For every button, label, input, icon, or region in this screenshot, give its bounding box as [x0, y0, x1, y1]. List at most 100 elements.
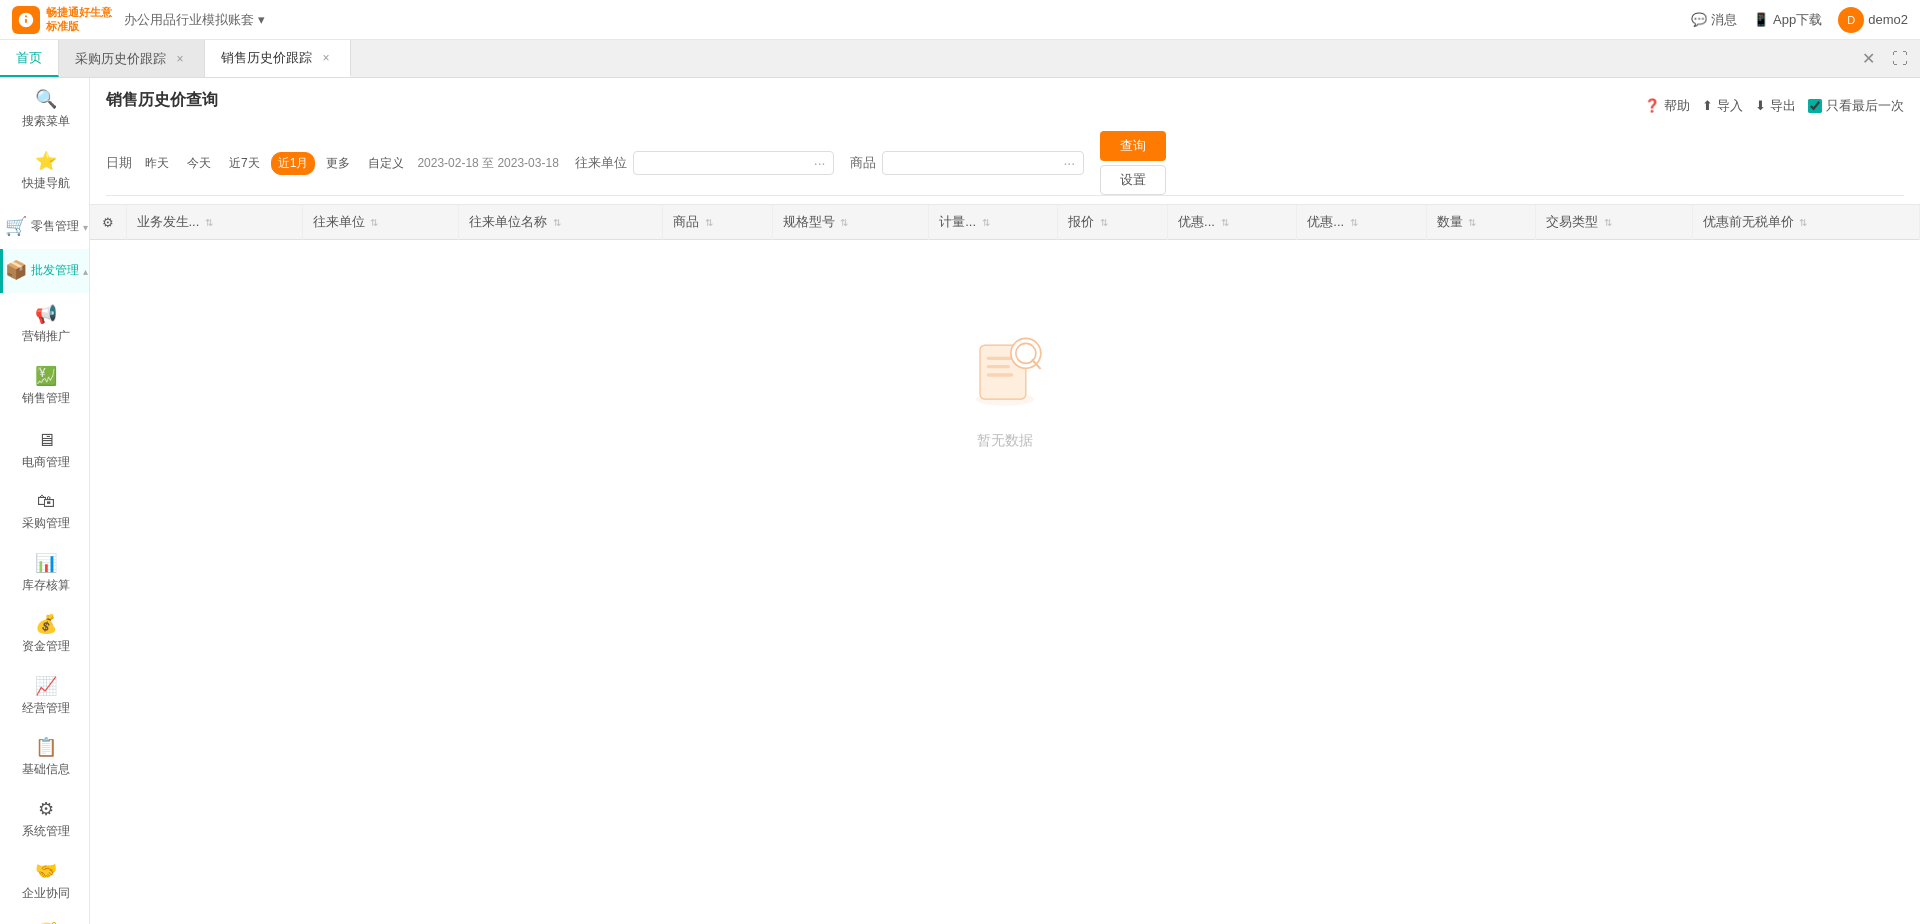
col-trade-type[interactable]: 交易类型 ⇅ [1536, 205, 1693, 240]
col-counterpart-code[interactable]: 往来单位 ⇅ [302, 205, 459, 240]
sidebar-item-basic[interactable]: 📋 基础信息 [0, 726, 89, 788]
sidebar-item-system[interactable]: ⚙ 系统管理 [0, 788, 89, 850]
user-area[interactable]: D demo2 [1838, 7, 1908, 33]
goods-input-wrapper: ··· [882, 151, 1084, 175]
username: demo2 [1868, 12, 1908, 27]
counterpart-input[interactable] [642, 156, 810, 171]
sidebar-item-ecommerce[interactable]: 🖥 电商管理 [0, 420, 89, 481]
message-btn[interactable]: 💬 消息 [1691, 11, 1737, 29]
content-area: 销售历史价查询 ❓ 帮助 ⬆ 导入 ⬇ 导出 [90, 78, 1920, 924]
goods-input[interactable] [891, 156, 1059, 171]
content-header: 销售历史价查询 ❓ 帮助 ⬆ 导入 ⬇ 导出 [90, 78, 1920, 205]
col-discount2[interactable]: 优惠... ⇅ [1297, 205, 1426, 240]
tab-home-label: 首页 [16, 49, 42, 67]
sidebar-item-operations[interactable]: 📈 经营管理 [0, 665, 89, 727]
date-btn-7days[interactable]: 近7天 [222, 152, 267, 175]
col-goods-label: 商品 [673, 214, 699, 229]
sidebar-wholesale-label: 批发管理 [31, 263, 79, 279]
operations-icon: 📈 [35, 675, 57, 697]
sidebar-item-enterprise[interactable]: 🤝 企业协同 [0, 850, 89, 912]
col-goods-sort: ⇅ [705, 217, 713, 228]
workspace-selector[interactable]: 办公用品行业模拟账套 ▾ [124, 11, 265, 29]
toolbar-row: ❓ 帮助 ⬆ 导入 ⬇ 导出 只看最后一次 [1644, 97, 1904, 115]
col-price[interactable]: 报价 ⇅ [1058, 205, 1168, 240]
col-goods[interactable]: 商品 ⇅ [663, 205, 773, 240]
logo-icon [12, 6, 40, 34]
col-unit-label: 计量... [939, 214, 976, 229]
date-btn-more[interactable]: 更多 [319, 152, 357, 175]
sales-mgmt-icon: 💹 [35, 365, 57, 387]
sidebar-item-search[interactable]: 🔍 搜索菜单 [0, 78, 89, 140]
goods-filter-group: 商品 ··· [850, 151, 1084, 175]
date-btn-1month[interactable]: 近1月 [271, 152, 316, 175]
system-icon: ⚙ [38, 798, 54, 820]
export-btn[interactable]: ⬇ 导出 [1755, 97, 1796, 115]
settings-button[interactable]: 设置 [1100, 165, 1166, 195]
sidebar-item-wholesale[interactable]: 📦 批发管理 ▴ [0, 249, 89, 293]
download-btn[interactable]: 📱 App下载 [1753, 11, 1822, 29]
goods-dots-btn[interactable]: ··· [1063, 155, 1075, 171]
wholesale-arrow-icon: ▴ [83, 266, 88, 277]
col-discount1[interactable]: 优惠... ⇅ [1168, 205, 1297, 240]
col-trade-type-label: 交易类型 [1546, 214, 1598, 229]
tab-sales-history[interactable]: 销售历史价跟踪 × [205, 40, 351, 77]
empty-svg [955, 320, 1055, 420]
query-button[interactable]: 查询 [1100, 131, 1166, 161]
tab-purchase-close[interactable]: × [172, 51, 188, 67]
tab-close-all-btn[interactable]: ✕ [1856, 47, 1880, 71]
basic-icon: 📋 [35, 736, 57, 758]
col-pretax-price[interactable]: 优惠前无税单价 ⇅ [1692, 205, 1919, 240]
col-biz-date[interactable]: 业务发生... ⇅ [126, 205, 302, 240]
help-label: 帮助 [1664, 97, 1690, 115]
col-quantity[interactable]: 数量 ⇅ [1426, 205, 1536, 240]
date-btns: 昨天 今天 近7天 近1月 更多 自定义 [138, 152, 411, 175]
col-biz-date-label: 业务发生... [137, 214, 200, 229]
import-btn[interactable]: ⬆ 导入 [1702, 97, 1743, 115]
sidebar-item-finance[interactable]: 💰 资金管理 [0, 603, 89, 665]
date-filter-label: 日期 [106, 154, 132, 172]
export-icon: ⬇ [1755, 98, 1766, 113]
only-latest-checkbox-label[interactable]: 只看最后一次 [1808, 97, 1904, 115]
workspace-dropdown-icon[interactable]: ▾ [258, 12, 265, 27]
sidebar-basic-label: 基础信息 [22, 762, 70, 778]
col-trade-type-sort: ⇅ [1604, 217, 1612, 228]
sidebar-search-label: 搜索菜单 [22, 114, 70, 130]
date-filter-group: 日期 昨天 今天 近7天 近1月 更多 自定义 2023-02-18 至 202… [106, 152, 559, 175]
ecommerce-icon: 🖥 [37, 430, 55, 451]
empty-icon [955, 320, 1055, 420]
date-btn-yesterday[interactable]: 昨天 [138, 152, 176, 175]
download-label: App下载 [1773, 11, 1822, 29]
col-counterpart-code-sort: ⇅ [370, 217, 378, 228]
only-latest-checkbox[interactable] [1808, 99, 1822, 113]
user-avatar: D [1838, 7, 1864, 33]
col-discount2-label: 优惠... [1307, 214, 1344, 229]
retail-icon: 🛒 [5, 215, 27, 237]
sidebar-sales-mgmt-label: 销售管理 [22, 391, 70, 407]
sidebar-item-sales-mgmt[interactable]: 💹 销售管理 [0, 355, 89, 417]
sidebar-quick-nav-label: 快捷导航 [22, 176, 70, 192]
sidebar-item-inventory[interactable]: 📊 库存核算 [0, 542, 89, 604]
col-counterpart-name[interactable]: 往来单位名称 ⇅ [459, 205, 663, 240]
enterprise-icon: 🤝 [35, 860, 57, 882]
col-unit[interactable]: 计量... ⇅ [929, 205, 1058, 240]
col-counterpart-name-sort: ⇅ [553, 217, 561, 228]
sidebar-item-purchase[interactable]: 🛍 采购管理 [0, 481, 89, 542]
sidebar-item-quick-nav[interactable]: ⭐ 快捷导航 [0, 140, 89, 202]
help-btn[interactable]: ❓ 帮助 [1644, 97, 1690, 115]
date-btn-custom[interactable]: 自定义 [361, 152, 411, 175]
col-spec-label: 规格型号 [783, 214, 835, 229]
col-spec[interactable]: 规格型号 ⇅ [772, 205, 929, 240]
counterpart-dots-btn[interactable]: ··· [814, 155, 826, 171]
tab-sales-close[interactable]: × [318, 50, 334, 66]
date-btn-today[interactable]: 今天 [180, 152, 218, 175]
col-settings[interactable]: ⚙ [90, 205, 126, 240]
tab-home[interactable]: 首页 [0, 40, 59, 77]
col-price-label: 报价 [1068, 214, 1094, 229]
sidebar-item-guide[interactable]: 🧭 新手引导 [0, 911, 89, 924]
sidebar-item-marketing[interactable]: 📢 营销推广 [0, 293, 89, 355]
tab-maximize-btn[interactable]: ⛶ [1888, 47, 1912, 71]
logo-text: 畅捷通好生意 标准版 [46, 6, 112, 32]
col-discount1-label: 优惠... [1178, 214, 1215, 229]
tab-purchase-history[interactable]: 采购历史价跟踪 × [59, 40, 205, 77]
sidebar-item-retail[interactable]: 🛒 零售管理 ▾ [0, 205, 89, 249]
